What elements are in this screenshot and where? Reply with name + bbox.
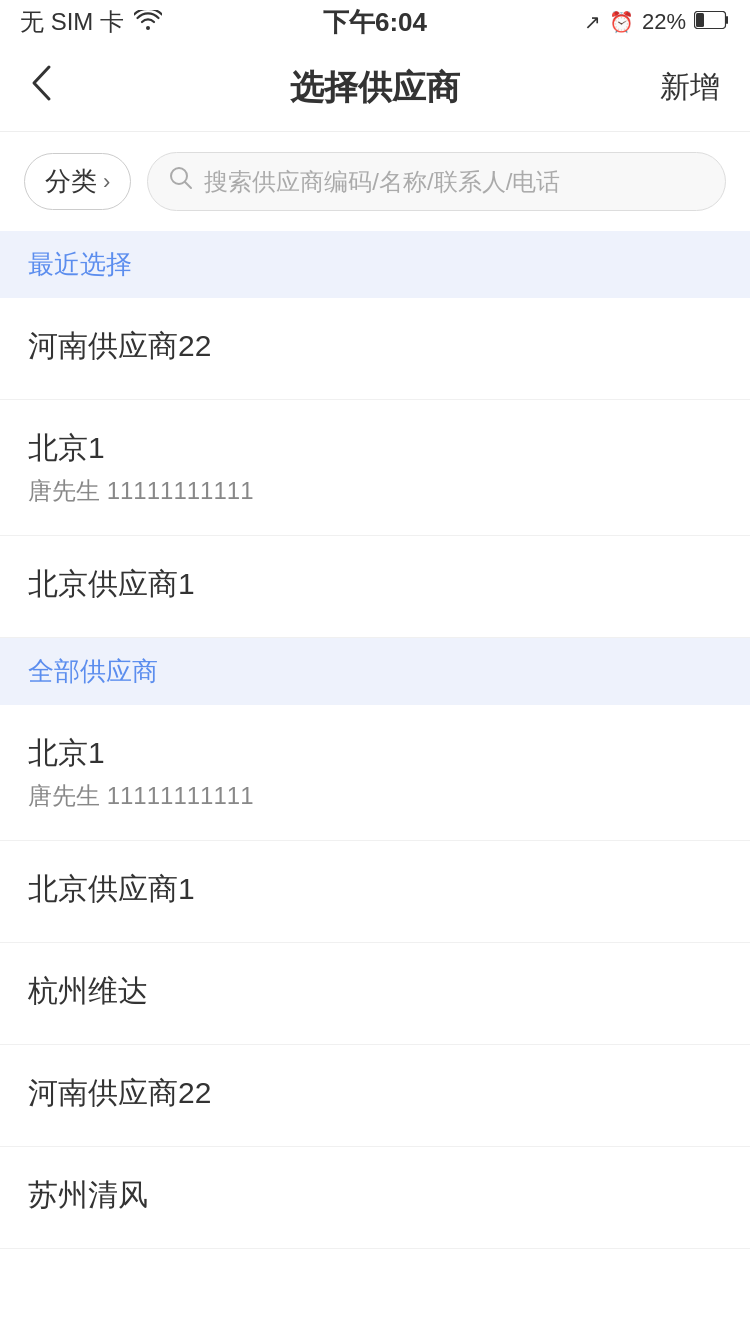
carrier-text: 无 SIM 卡 [20, 6, 124, 38]
item-detail: 唐先生 11111111111 [28, 780, 722, 812]
item-name: 河南供应商22 [28, 326, 722, 367]
search-icon [168, 165, 194, 198]
item-name: 河南供应商22 [28, 1073, 722, 1114]
category-label: 分类 [45, 164, 97, 199]
add-button[interactable]: 新增 [660, 67, 720, 108]
chevron-icon: › [103, 169, 110, 195]
all-section-label: 全部供应商 [28, 656, 158, 686]
recent-list-item[interactable]: 北京1 唐先生 11111111111 [0, 400, 750, 536]
item-name: 北京供应商1 [28, 869, 722, 910]
back-button[interactable] [30, 64, 90, 111]
all-list-item[interactable]: 苏州清风 [0, 1147, 750, 1249]
battery-text: 22% [642, 9, 686, 35]
search-box[interactable]: 搜索供应商编码/名称/联系人/电话 [147, 152, 726, 211]
filter-bar: 分类 › 搜索供应商编码/名称/联系人/电话 [0, 132, 750, 231]
item-name: 杭州维达 [28, 971, 722, 1012]
recent-section-label: 最近选择 [28, 249, 132, 279]
all-list-item[interactable]: 杭州维达 [0, 943, 750, 1045]
wifi-icon [134, 8, 162, 36]
recent-list: 河南供应商22 北京1 唐先生 11111111111 北京供应商1 [0, 298, 750, 638]
all-list-item[interactable]: 北京1 唐先生 11111111111 [0, 705, 750, 841]
item-name: 苏州清风 [28, 1175, 722, 1216]
item-name: 北京1 [28, 733, 722, 774]
status-left: 无 SIM 卡 [20, 6, 162, 38]
item-detail: 唐先生 11111111111 [28, 475, 722, 507]
nav-title: 选择供应商 [290, 65, 460, 111]
battery-icon [694, 9, 730, 35]
all-list-item[interactable]: 北京供应商1 [0, 841, 750, 943]
item-name: 北京供应商1 [28, 564, 722, 605]
category-filter-button[interactable]: 分类 › [24, 153, 131, 210]
svg-rect-1 [696, 13, 704, 27]
alarm-icon: ⏰ [609, 10, 634, 34]
all-list-item[interactable]: 河南供应商22 [0, 1045, 750, 1147]
recent-section-header: 最近选择 [0, 231, 750, 298]
recent-list-item[interactable]: 河南供应商22 [0, 298, 750, 400]
status-bar: 无 SIM 卡 下午6:04 ↗ ⏰ 22% [0, 0, 750, 44]
status-right: ↗ ⏰ 22% [584, 9, 730, 35]
nav-bar: 选择供应商 新增 [0, 44, 750, 132]
location-icon: ↗ [584, 10, 601, 34]
recent-list-item[interactable]: 北京供应商1 [0, 536, 750, 638]
all-list: 北京1 唐先生 11111111111 北京供应商1 杭州维达河南供应商22 苏州清风 [0, 705, 750, 1249]
status-time: 下午6:04 [323, 5, 427, 40]
all-section-header: 全部供应商 [0, 638, 750, 705]
search-placeholder: 搜索供应商编码/名称/联系人/电话 [204, 166, 560, 198]
item-name: 北京1 [28, 428, 722, 469]
